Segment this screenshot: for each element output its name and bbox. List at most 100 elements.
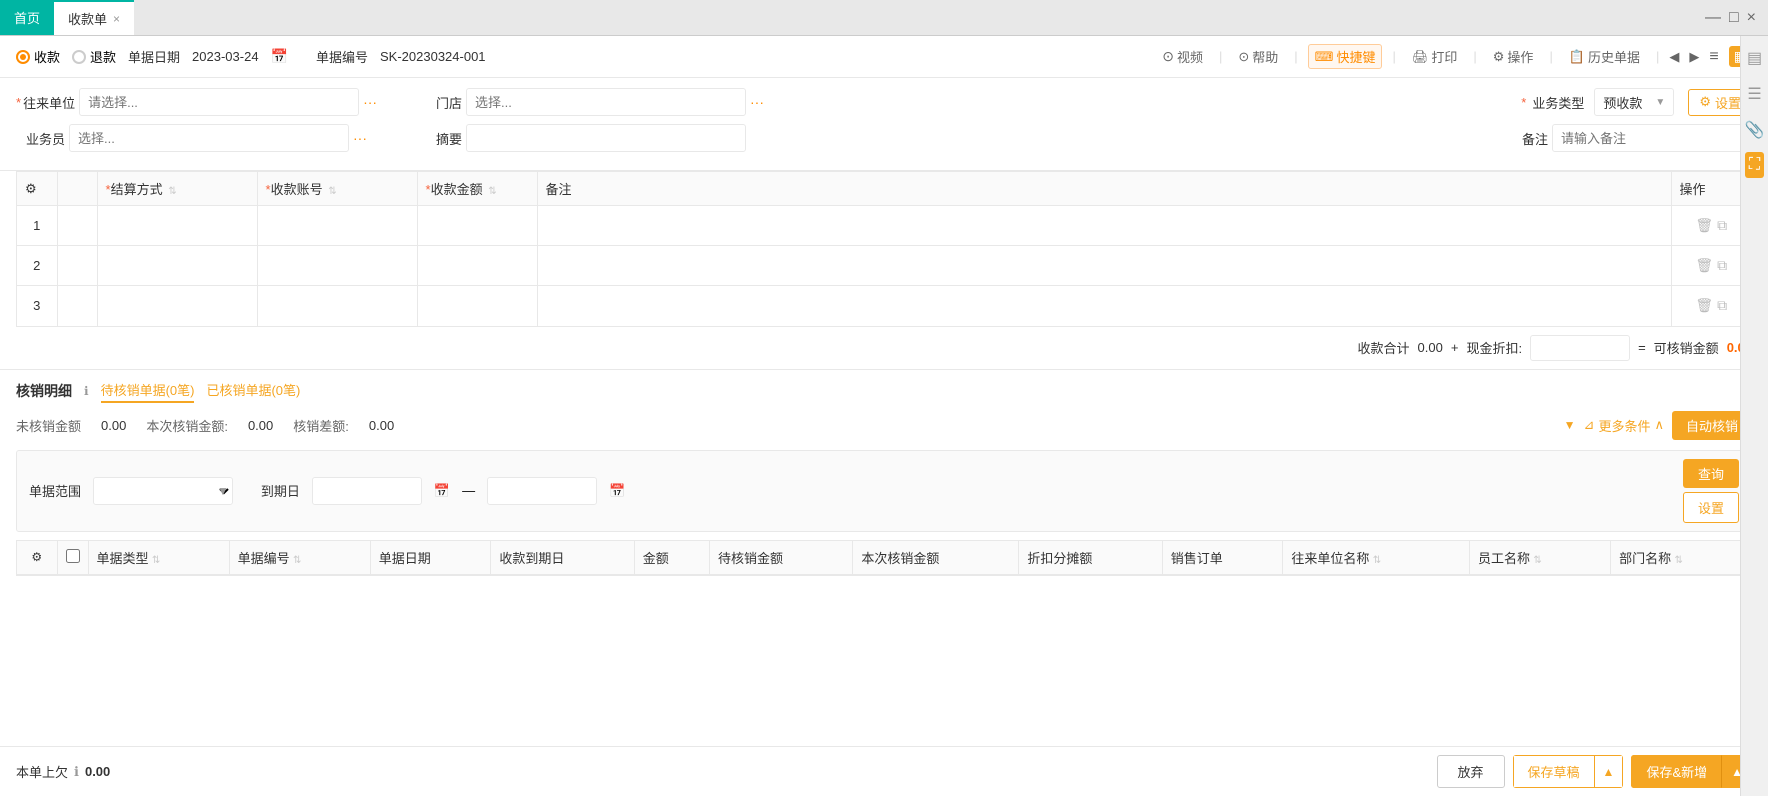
tab-bar: 首页 收款单 × — □ × <box>0 0 1768 36</box>
row-remark-3[interactable] <box>537 286 1671 326</box>
nav-right-btn[interactable]: ▶ <box>1689 49 1699 65</box>
summary-input[interactable] <box>466 124 746 152</box>
history-btn[interactable]: 📋 历史单据 <box>1563 45 1646 68</box>
query-btn[interactable]: 查询 <box>1683 459 1739 488</box>
staff-more-icon[interactable]: ··· <box>353 130 367 146</box>
operation-btn[interactable]: ⚙ 操作 <box>1487 45 1540 68</box>
sidebar-table-icon[interactable]: ▤ <box>1743 44 1766 72</box>
partner-field: * 往来单位 ··· <box>16 88 396 116</box>
row-remark-1[interactable] <box>537 206 1671 246</box>
range-select[interactable] <box>93 477 233 505</box>
keyboard-icon: ⌨ <box>1315 49 1334 65</box>
sidebar-list-icon[interactable]: ☰ <box>1743 80 1765 108</box>
discount-input[interactable] <box>1530 335 1630 361</box>
filter-row: 单据范围 ▼ 到期日 2022-04-01 📅 — 2022-04-12 📅 查… <box>16 450 1752 532</box>
table-row: 1 🗑 ⧉ <box>17 206 1751 246</box>
window-min-btn[interactable]: — <box>1705 9 1721 27</box>
help-btn[interactable]: ⊙ 帮助 <box>1232 45 1284 68</box>
window-max-btn[interactable]: □ <box>1729 9 1739 27</box>
row-copy-2[interactable]: ⧉ <box>1717 257 1727 274</box>
row-account-1[interactable] <box>257 206 417 246</box>
discard-btn[interactable]: 放弃 <box>1437 755 1505 788</box>
reconcile-title: 核销明细 <box>16 381 72 401</box>
bt-dept-name-header: 部门名称 ⇅ <box>1611 541 1751 575</box>
nav-left-btn[interactable]: ◀ <box>1669 49 1679 65</box>
tab-pending[interactable]: 待核销单据(0笔) <box>101 380 195 403</box>
row-copy-1[interactable]: ⧉ <box>1717 217 1727 234</box>
row-action-3: 🗑 ⧉ <box>1671 286 1751 326</box>
radio-receipt-label: 收款 <box>34 47 60 66</box>
remark-input[interactable] <box>1552 124 1752 152</box>
video-btn[interactable]: ⊙ 视频 <box>1156 45 1209 68</box>
sidebar-attach-icon[interactable]: 📎 <box>1741 116 1768 144</box>
bt-settings-header[interactable]: ⚙ <box>17 541 57 575</box>
shortcut-btn[interactable]: ⌨ 快捷键 <box>1308 44 1383 69</box>
row-amount-3[interactable] <box>417 286 537 326</box>
footer: 本单上欠 ℹ 0.00 放弃 保存草稿 ▲ 保存&新增 ▲ <box>0 746 1768 796</box>
filter-icon: ▼ <box>1564 418 1576 432</box>
print-btn[interactable]: 🖨 打印 <box>1406 45 1464 68</box>
save-draft-btn[interactable]: 保存草稿 <box>1513 755 1594 788</box>
business-type-dropdown[interactable]: 预收款 ▼ <box>1594 88 1674 116</box>
row-settle-1[interactable] <box>97 206 257 246</box>
business-type-value: 预收款 <box>1603 93 1642 112</box>
business-type-field: * 业务类型 预收款 ▼ ⚙ 设置 <box>916 88 1752 116</box>
info-icon[interactable]: ℹ <box>74 764 79 780</box>
row-delete-3[interactable]: 🗑 <box>1695 297 1713 314</box>
this-order-label: 本单上欠 <box>16 762 68 781</box>
row-amount-1[interactable] <box>417 206 537 246</box>
tab-done[interactable]: 已核销单据(0笔) <box>206 380 300 403</box>
more-conditions-btn[interactable]: ⊿ 更多条件 ∧ <box>1584 416 1664 435</box>
tab-receipt-close[interactable]: × <box>113 12 120 26</box>
row-amount-2[interactable] <box>417 246 537 286</box>
form-row-1: * 往来单位 ··· 门店 ··· * 业务类型 预收款 ▼ ⚙ <box>16 88 1752 116</box>
save-draft-group: 保存草稿 ▲ <box>1513 755 1624 788</box>
partner-input[interactable] <box>79 88 359 116</box>
staff-input[interactable] <box>69 124 349 152</box>
due-from-input[interactable]: 2022-04-01 <box>312 477 422 505</box>
row-action-2: 🗑 ⧉ <box>1671 246 1751 286</box>
toolbar-actions: ⊙ 视频 | ⊙ 帮助 | ⌨ 快捷键 | 🖨 打印 | ⚙ 操作 <box>1156 44 1752 69</box>
row-account-2[interactable] <box>257 246 417 286</box>
uncancelled-label: 未核销金额 <box>16 416 81 435</box>
save-new-btn[interactable]: 保存&新增 <box>1631 755 1722 788</box>
tab-home[interactable]: 首页 <box>0 0 54 35</box>
sidebar-expand-icon[interactable]: ⛶ <box>1745 152 1764 178</box>
calendar-to-icon[interactable]: 📅 <box>609 483 625 499</box>
row-delete-1[interactable]: 🗑 <box>1695 217 1713 234</box>
row-remark-2[interactable] <box>537 246 1671 286</box>
range-label: 单据范围 <box>29 481 81 500</box>
row-account-3[interactable] <box>257 286 417 326</box>
calendar-from-icon[interactable]: 📅 <box>434 483 450 499</box>
remark-field: 备注 <box>916 124 1752 152</box>
reconcile-settings-btn[interactable]: 设置 <box>1683 492 1739 523</box>
right-sidebar: ▤ ☰ 📎 ⛶ <box>1740 36 1768 796</box>
window-close-btn[interactable]: × <box>1747 9 1756 27</box>
partner-more-icon[interactable]: ··· <box>363 94 377 110</box>
date-dash: — <box>462 483 475 498</box>
receipt-type-group: 收款 退款 <box>16 47 116 66</box>
summary-row: 收款合计 0.00 + 现金折扣: = 可核销金额 0.00 <box>0 327 1768 370</box>
save-draft-arrow-btn[interactable]: ▲ <box>1594 755 1624 788</box>
reconcile-stats: 未核销金额 0.00 本次核销金额: 0.00 核销差额: 0.00 ▼ ⊿ 更… <box>16 411 1752 440</box>
store-input[interactable] <box>466 88 746 116</box>
list-view-btn[interactable]: ≡ <box>1709 48 1718 66</box>
radio-refund-circle <box>72 50 86 64</box>
tab-receipt[interactable]: 收款单 × <box>54 0 134 35</box>
row-delete-2[interactable]: 🗑 <box>1695 257 1713 274</box>
row-copy-3[interactable]: ⧉ <box>1717 297 1727 314</box>
calendar-icon[interactable]: 📅 <box>271 48 288 65</box>
bt-staff-name-header: 员工名称 ⇅ <box>1470 541 1611 575</box>
due-to-input[interactable]: 2022-04-12 <box>487 477 597 505</box>
radio-refund[interactable]: 退款 <box>72 47 116 66</box>
store-more-icon[interactable]: ··· <box>750 94 764 110</box>
bt-number-header: 单据编号 ⇅ <box>229 541 370 575</box>
table-settings-header[interactable]: ⚙ <box>17 172 57 206</box>
radio-receipt[interactable]: 收款 <box>16 47 60 66</box>
row-settle-2[interactable] <box>97 246 257 286</box>
select-all-checkbox[interactable] <box>66 549 80 563</box>
summary-field: 摘要 <box>436 124 916 152</box>
row-settle-3[interactable] <box>97 286 257 326</box>
bt-checkbox-header[interactable] <box>57 541 88 575</box>
reconcile-info-icon[interactable]: ℹ <box>84 384 89 398</box>
